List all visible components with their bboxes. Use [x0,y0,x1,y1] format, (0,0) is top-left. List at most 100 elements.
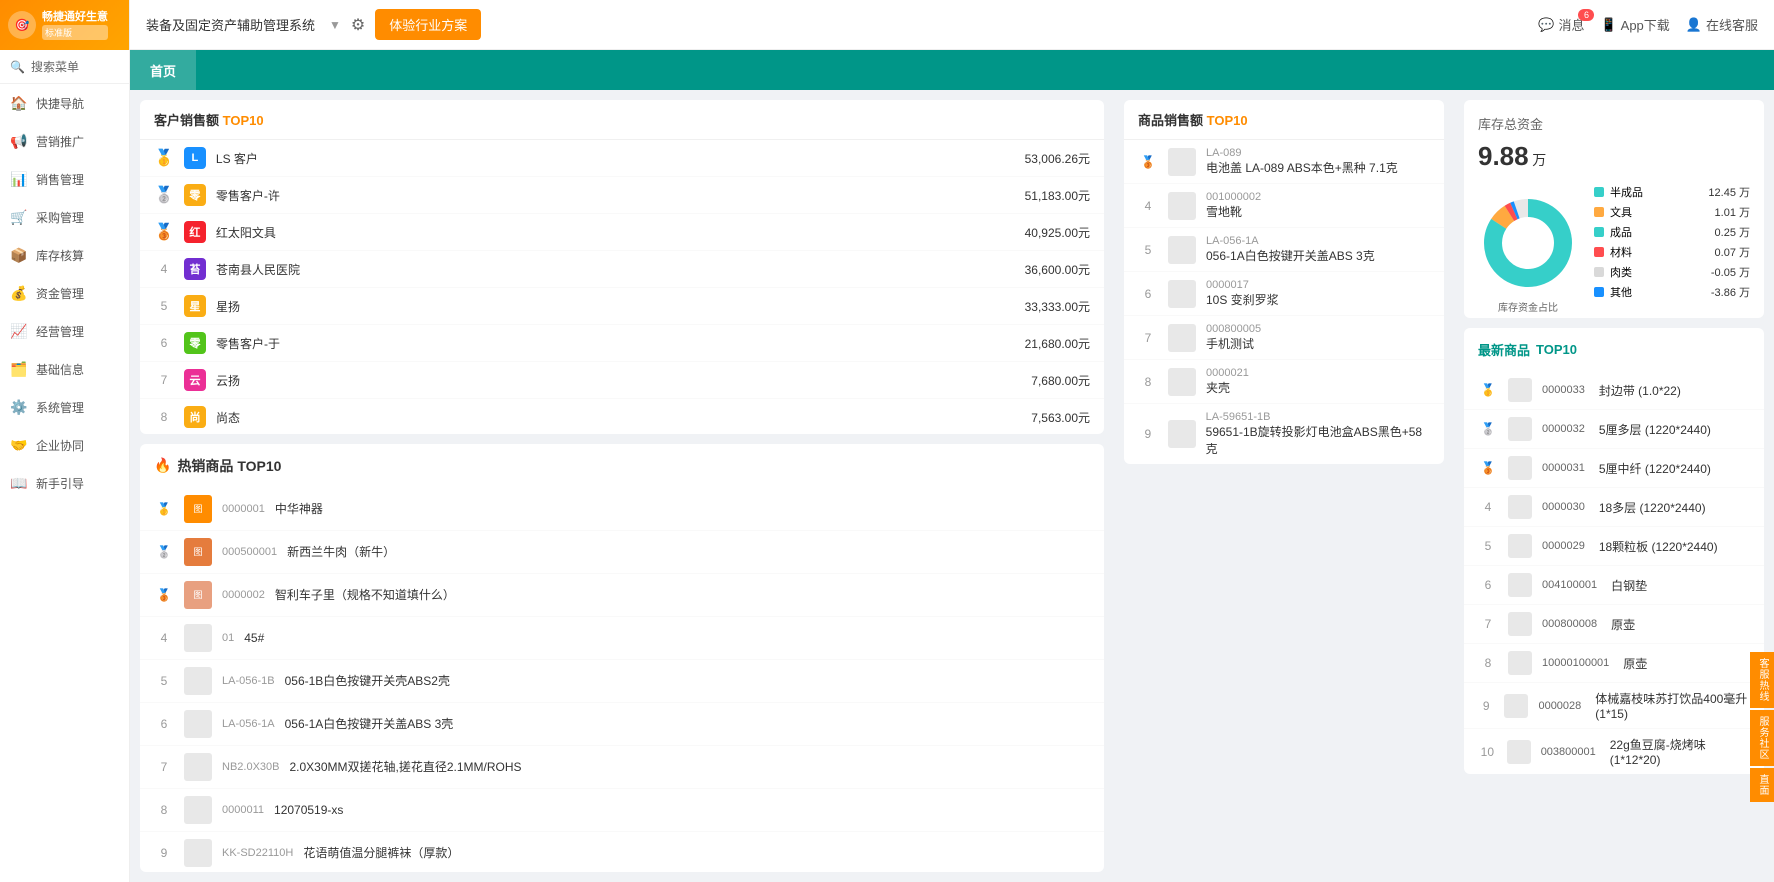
operations-icon: 📈 [10,322,28,340]
product-image [1508,456,1532,480]
rank-amount: 33,333.00元 [1025,298,1090,315]
product-code: NB2.0X30B [222,761,279,773]
stock-chart-area: 库存资金占比 半成品 12.45 万 [1478,184,1750,304]
list-item: 5 0000029 18颗粒板 (1220*2440) [1464,527,1764,566]
product-code: 0000001 [222,503,265,515]
product-code: 0000029 [1542,540,1585,552]
product-rank: 🥇 [154,502,174,516]
sidebar-item-basic-info[interactable]: 🗂️ 基础信息 [0,350,129,388]
list-item: 9 KK-SD22110H 花语萌值温分腿裤袜（厚款） [140,832,1104,872]
product-code: 0000028 [1538,700,1581,712]
new-products-top-label: TOP10 [1536,342,1577,357]
sidebar-item-purchase[interactable]: 🛒 采购管理 [0,198,129,236]
sidebar-item-quick-nav[interactable]: 🏠 快捷导航 [0,84,129,122]
rank-name: 尚态 [216,409,1021,426]
product-rank: 8 [154,803,174,817]
product-rank: 5 [154,674,174,688]
product-image [1508,573,1532,597]
new-products-title: 最新商品 [1478,340,1530,359]
legend-name: 文具 [1610,204,1632,220]
product-sales-header: 商品销售额 TOP10 [1124,100,1444,140]
sidebar: 🎯 畅捷通好生意 标准版 🔍 搜索菜单 🏠 快捷导航 📢 营销推广 📊 销售管理… [0,0,130,882]
donut-chart [1478,193,1578,293]
marketing-icon: 📢 [10,132,28,150]
legend-dot [1594,287,1604,297]
product-code: 0000031 [1542,462,1585,474]
hot-products-list: 🥇 图 0000001 中华神器 🥈 图 000500001 新西兰牛肉（新牛）… [140,488,1104,872]
sidebar-item-sales[interactable]: 📊 销售管理 [0,160,129,198]
sidebar-item-enterprise[interactable]: 🤝 企业协同 [0,426,129,464]
sales-icon: 📊 [10,170,28,188]
customer-ranking-table: 🥇 L LS 客户 53,006.26元 🥈 零 零售客户-许 51,183.0… [140,140,1104,434]
message-count: 6 [1578,9,1594,21]
product-rank: 6 [1478,578,1498,592]
legend-name: 其他 [1610,284,1632,300]
sidebar-item-finance[interactable]: 💰 资金管理 [0,274,129,312]
customer-ranking-title: 客户销售额 TOP10 [154,113,264,128]
list-item: 🥈 图 000500001 新西兰牛肉（新牛） [140,531,1104,574]
product-name: 18多层 (1220*2440) [1599,499,1706,516]
list-item: 9 0000028 体械嘉枝味苏打饮品400毫升 (1*15) [1464,683,1764,729]
product-name: 056-1A白色按键开关盖ABS 3克 [1206,247,1375,264]
product-name: 45# [244,631,264,645]
trial-button[interactable]: 体验行业方案 [375,9,481,40]
legend-value: 0.25 万 [1715,224,1750,240]
table-row: 4 苔 苍南县人民医院 36,600.00元 [140,251,1104,288]
search-menu-label: 搜索菜单 [31,58,79,75]
product-code: 001000002 [1206,191,1261,203]
rank-name: LS 客户 [216,150,1015,167]
sidebar-item-system[interactable]: ⚙️ 系统管理 [0,388,129,426]
product-image [1168,236,1196,264]
legend-value: 12.45 万 [1708,184,1750,200]
product-code: 0000030 [1542,501,1585,513]
list-item: 🥉 图 0000002 智利车子里（规格不知道填什么） [140,574,1104,617]
table-row: 7 云 云扬 7,680.00元 [140,362,1104,399]
rank-badge: 尚 [184,406,206,428]
product-code: LA-056-1A [222,718,275,730]
sidebar-item-operations[interactable]: 📈 经营管理 [0,312,129,350]
product-rank: 6 [1138,287,1158,301]
product-code: 000500001 [222,546,277,558]
customer-ranking-header: 客户销售额 TOP10 [140,100,1104,140]
rank-amount: 7,680.00元 [1031,372,1090,389]
rank-amount: 36,600.00元 [1025,261,1090,278]
product-code: 0000011 [222,804,264,816]
product-name: 2.0X30MM双搓花轴,搓花直径2.1MM/ROHS [289,758,521,775]
customer-service-hotline-button[interactable]: 客服热线 [1750,652,1774,708]
sidebar-item-label: 基础信息 [36,361,84,378]
tab-home[interactable]: 首页 [130,50,196,90]
product-image [1508,378,1532,402]
app-download[interactable]: 📱 App下载 [1600,15,1669,34]
product-image [1508,417,1532,441]
search-menu[interactable]: 🔍 搜索菜单 [0,50,129,84]
product-rank: 4 [1138,199,1158,213]
product-name: 新西兰牛肉（新牛） [287,543,395,560]
service-community-button[interactable]: 服务社区 [1750,710,1774,766]
settings-icon[interactable]: ⚙ [351,15,365,35]
list-item: 6 004100001 白钢垫 [1464,566,1764,605]
finance-icon: 💰 [10,284,28,302]
product-name: 59651-1B旋转投影灯电池盒ABS黑色+58克 [1206,423,1430,457]
message-badge[interactable]: 💬 消息 6 [1538,15,1584,34]
product-rank: 7 [154,760,174,774]
app-label: App下载 [1621,15,1670,34]
list-item: 9 LA-59651-1B 59651-1B旋转投影灯电池盒ABS黑色+58克 [1124,404,1444,464]
product-rank: 9 [1478,699,1494,713]
tab-home-label: 首页 [150,61,176,80]
sidebar-item-marketing[interactable]: 📢 营销推广 [0,122,129,160]
product-code: 0000021 [1206,367,1249,379]
table-row: 5 星 星扬 33,333.00元 [140,288,1104,325]
sidebar-item-label: 快捷导航 [36,95,84,112]
main-area: 装备及固定资产辅助管理系统 ▼ ⚙ 体验行业方案 💬 消息 6 📱 App下载 … [130,0,1774,882]
sidebar-item-inventory[interactable]: 📦 库存核算 [0,236,129,274]
product-image [1508,651,1532,675]
sidebar-item-guide[interactable]: 📖 新手引导 [0,464,129,502]
list-item: 🥇 0000033 封边带 (1.0*22) [1464,371,1764,410]
product-code: 0000017 [1206,279,1279,291]
product-name: 夹壳 [1206,379,1249,396]
dropdown-icon[interactable]: ▼ [329,18,341,32]
stock-legend: 半成品 12.45 万 文具 1.01 万 [1594,184,1750,304]
online-service[interactable]: 👤 在线客服 [1686,15,1758,34]
direct-button[interactable]: 直面 [1750,768,1774,802]
product-image: 图 [184,538,212,566]
